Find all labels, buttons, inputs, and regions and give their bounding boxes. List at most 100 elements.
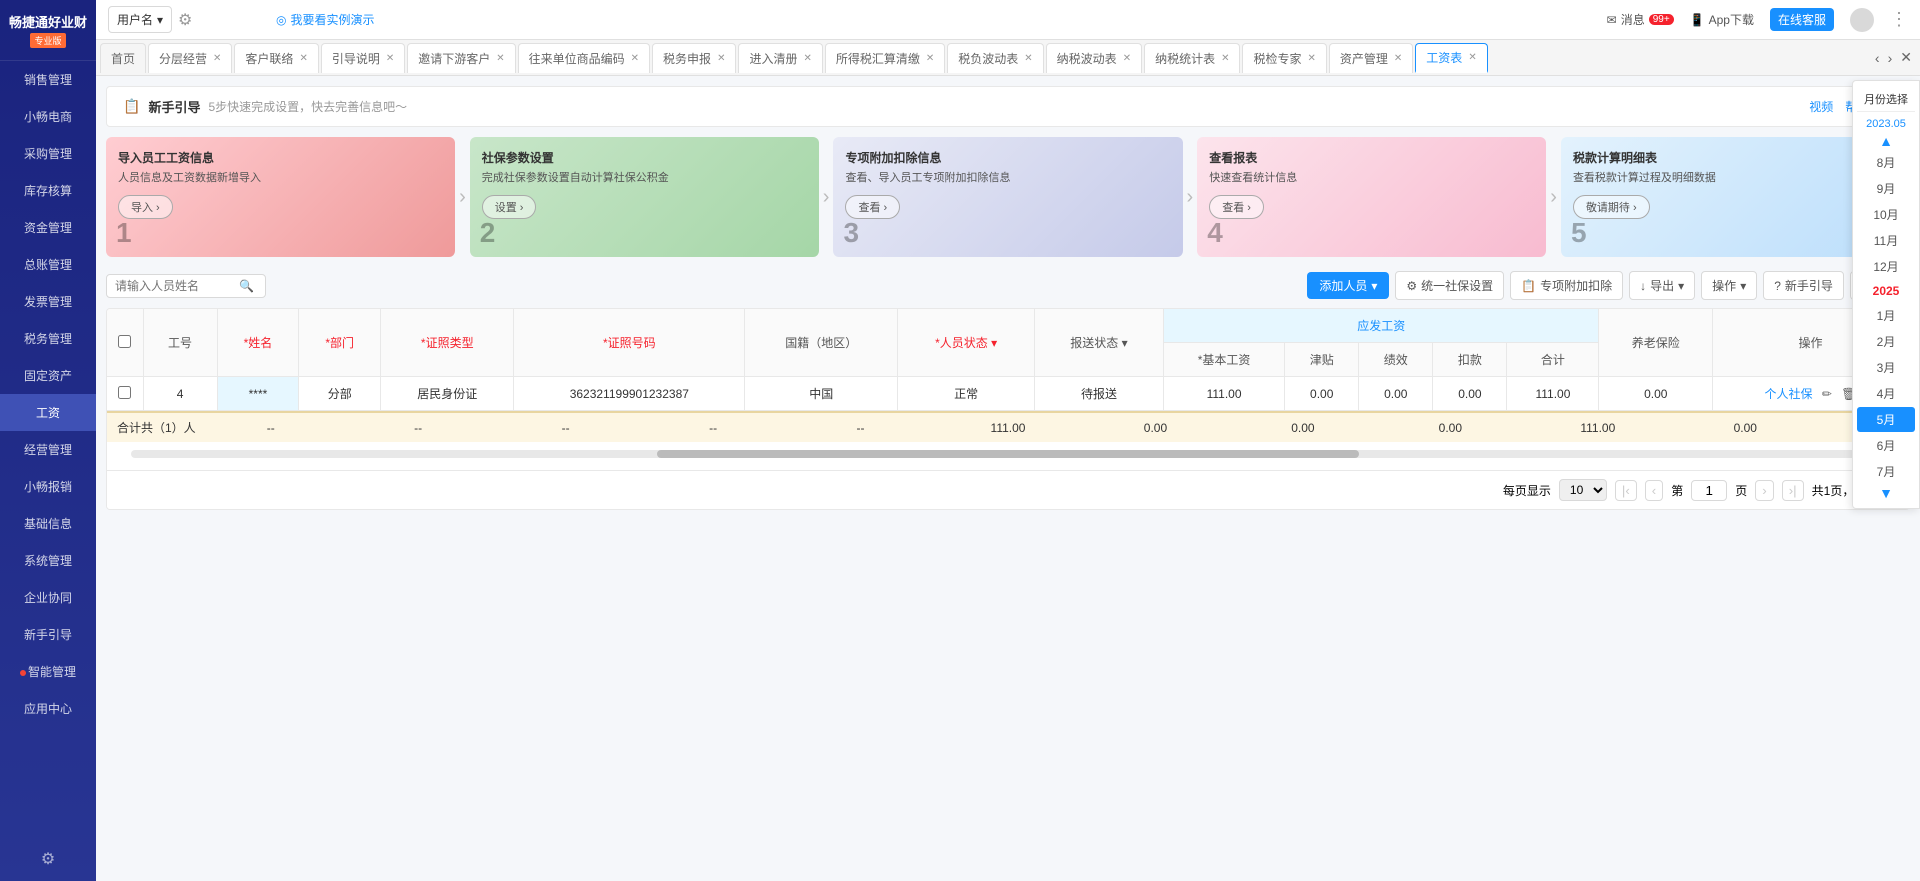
search-input[interactable]	[115, 279, 235, 293]
tab-close-7[interactable]: ✕	[803, 53, 811, 64]
step-btn-2[interactable]: 查看 ›	[845, 195, 900, 219]
tab-close-all-btn[interactable]: ✕	[1896, 49, 1916, 66]
action-social-0[interactable]: 个人社保	[1765, 387, 1813, 401]
tab-close-9[interactable]: ✕	[1024, 53, 1032, 64]
settings-topbar-icon[interactable]: ⚙	[178, 10, 192, 30]
tab-0[interactable]: 首页	[100, 43, 146, 73]
tab-close-6[interactable]: ✕	[717, 53, 725, 64]
row-checkbox-0[interactable]	[107, 377, 143, 411]
special-deduction-btn[interactable]: 📋 专项附加扣除	[1510, 271, 1623, 300]
sidebar-item-智能管理[interactable]: 智能管理	[0, 653, 96, 690]
sidebar-item-资金管理[interactable]: 资金管理	[0, 209, 96, 246]
settings-icon[interactable]: ⚙	[0, 837, 96, 881]
month-item-5[interactable]: 2025	[1857, 280, 1915, 302]
sidebar-item-固定资产[interactable]: 固定资产	[0, 357, 96, 394]
tab-10[interactable]: 纳税波动表✕	[1046, 43, 1142, 73]
month-item-8[interactable]: 3月	[1857, 355, 1915, 380]
table-scrollbar-area[interactable]	[107, 442, 1909, 470]
step-btn-1[interactable]: 设置 ›	[482, 195, 537, 219]
tab-7[interactable]: 进入清册✕	[738, 43, 822, 73]
month-item-1[interactable]: 9月	[1857, 176, 1915, 201]
expand-icon[interactable]: ⋮	[1890, 9, 1908, 30]
tab-close-3[interactable]: ✕	[386, 53, 394, 64]
sidebar-item-工资[interactable]: 工资	[0, 394, 96, 431]
tab-close-10[interactable]: ✕	[1123, 53, 1131, 64]
sidebar-item-应用中心[interactable]: 应用中心	[0, 690, 96, 727]
month-down-btn[interactable]: ▼	[1879, 486, 1893, 500]
tab-close-5[interactable]: ✕	[631, 53, 639, 64]
export-btn[interactable]: ↓ 导出 ▾	[1629, 271, 1695, 300]
first-page-btn[interactable]: |‹	[1615, 480, 1637, 501]
sidebar-item-税务管理[interactable]: 税务管理	[0, 320, 96, 357]
page-input[interactable]	[1691, 480, 1727, 501]
sidebar-item-企业协同[interactable]: 企业协同	[0, 579, 96, 616]
tab-8[interactable]: 所得税汇算清缴✕	[825, 43, 945, 73]
tab-13[interactable]: 资产管理✕	[1329, 43, 1413, 73]
tab-3[interactable]: 引导说明✕	[321, 43, 405, 73]
month-item-7[interactable]: 2月	[1857, 329, 1915, 354]
table-scrollbar[interactable]	[131, 450, 1885, 458]
sidebar-item-总账管理[interactable]: 总账管理	[0, 246, 96, 283]
tab-close-11[interactable]: ✕	[1221, 53, 1229, 64]
month-item-9[interactable]: 4月	[1857, 381, 1915, 406]
sidebar-item-库存核算[interactable]: 库存核算	[0, 172, 96, 209]
add-person-btn[interactable]: 添加人员 ▾	[1307, 272, 1389, 299]
user-avatar[interactable]	[1850, 8, 1874, 32]
tab-next-btn[interactable]: ›	[1884, 50, 1897, 66]
operate-btn[interactable]: 操作 ▾	[1701, 271, 1757, 300]
action-edit-0[interactable]: ✏	[1822, 387, 1832, 401]
step-btn-4[interactable]: 敬请期待 ›	[1573, 195, 1650, 219]
tab-2[interactable]: 客户联络✕	[234, 43, 318, 73]
month-item-3[interactable]: 11月	[1857, 228, 1915, 253]
sidebar-item-系统管理[interactable]: 系统管理	[0, 542, 96, 579]
user-dropdown[interactable]: 用户名 ▾	[108, 6, 172, 33]
prev-page-btn[interactable]: ‹	[1645, 480, 1663, 501]
select-all-checkbox[interactable]	[118, 335, 131, 348]
online-service-btn[interactable]: 在线客服	[1770, 8, 1834, 31]
tab-12[interactable]: 税检专家✕	[1242, 43, 1326, 73]
tab-close-4[interactable]: ✕	[496, 53, 504, 64]
sidebar-item-经营管理[interactable]: 经营管理	[0, 431, 96, 468]
search-icon[interactable]: 🔍	[239, 279, 254, 293]
tab-5[interactable]: 往来单位商品编码✕	[518, 43, 650, 73]
tab-close-14[interactable]: ✕	[1468, 52, 1476, 63]
tab-4[interactable]: 邀请下游客户✕	[407, 43, 515, 73]
month-item-12[interactable]: 7月	[1857, 459, 1915, 484]
search-box[interactable]: 🔍	[106, 274, 266, 298]
month-item-10[interactable]: 5月	[1857, 407, 1915, 432]
sidebar-item-销售管理[interactable]: 销售管理	[0, 61, 96, 98]
demo-link[interactable]: ◎ 我要看实例演示	[276, 11, 375, 28]
tab-11[interactable]: 纳税统计表✕	[1144, 43, 1240, 73]
sidebar-item-新手引导[interactable]: 新手引导	[0, 616, 96, 653]
month-item-6[interactable]: 1月	[1857, 303, 1915, 328]
month-up-btn[interactable]: ▲	[1879, 134, 1893, 148]
month-item-11[interactable]: 6月	[1857, 433, 1915, 458]
month-item-0[interactable]: 8月	[1857, 150, 1915, 175]
tab-close-2[interactable]: ✕	[299, 53, 307, 64]
tab-close-8[interactable]: ✕	[926, 53, 934, 64]
tab-prev-btn[interactable]: ‹	[1871, 50, 1884, 66]
tab-close-13[interactable]: ✕	[1394, 53, 1402, 64]
step-btn-3[interactable]: 查看 ›	[1209, 195, 1264, 219]
tab-9[interactable]: 税负波动表✕	[947, 43, 1043, 73]
page-size-select[interactable]: 10 20 50	[1559, 479, 1607, 501]
social-insurance-btn[interactable]: ⚙ 统一社保设置	[1395, 271, 1504, 300]
message-btn[interactable]: ✉ 消息 99+	[1607, 11, 1674, 28]
tab-1[interactable]: 分层经营✕	[148, 43, 232, 73]
sidebar-item-基础信息[interactable]: 基础信息	[0, 505, 96, 542]
tab-close-12[interactable]: ✕	[1308, 53, 1316, 64]
sidebar-item-采购管理[interactable]: 采购管理	[0, 135, 96, 172]
month-item-2[interactable]: 10月	[1857, 202, 1915, 227]
sidebar-item-小畅报销[interactable]: 小畅报销	[0, 468, 96, 505]
step-btn-0[interactable]: 导入 ›	[118, 195, 173, 219]
table-scrollbar-thumb[interactable]	[657, 450, 1359, 458]
guide-btn[interactable]: ? 新手引导	[1763, 271, 1844, 300]
last-page-btn[interactable]: ›|	[1782, 480, 1804, 501]
tab-14[interactable]: 工资表✕	[1415, 43, 1487, 73]
app-download-btn[interactable]: 📱 App下载	[1690, 11, 1754, 28]
sidebar-item-发票管理[interactable]: 发票管理	[0, 283, 96, 320]
month-item-4[interactable]: 12月	[1857, 254, 1915, 279]
tab-6[interactable]: 税务申报✕	[652, 43, 736, 73]
sidebar-item-小畅电商[interactable]: 小畅电商	[0, 98, 96, 135]
tab-close-1[interactable]: ✕	[213, 53, 221, 64]
